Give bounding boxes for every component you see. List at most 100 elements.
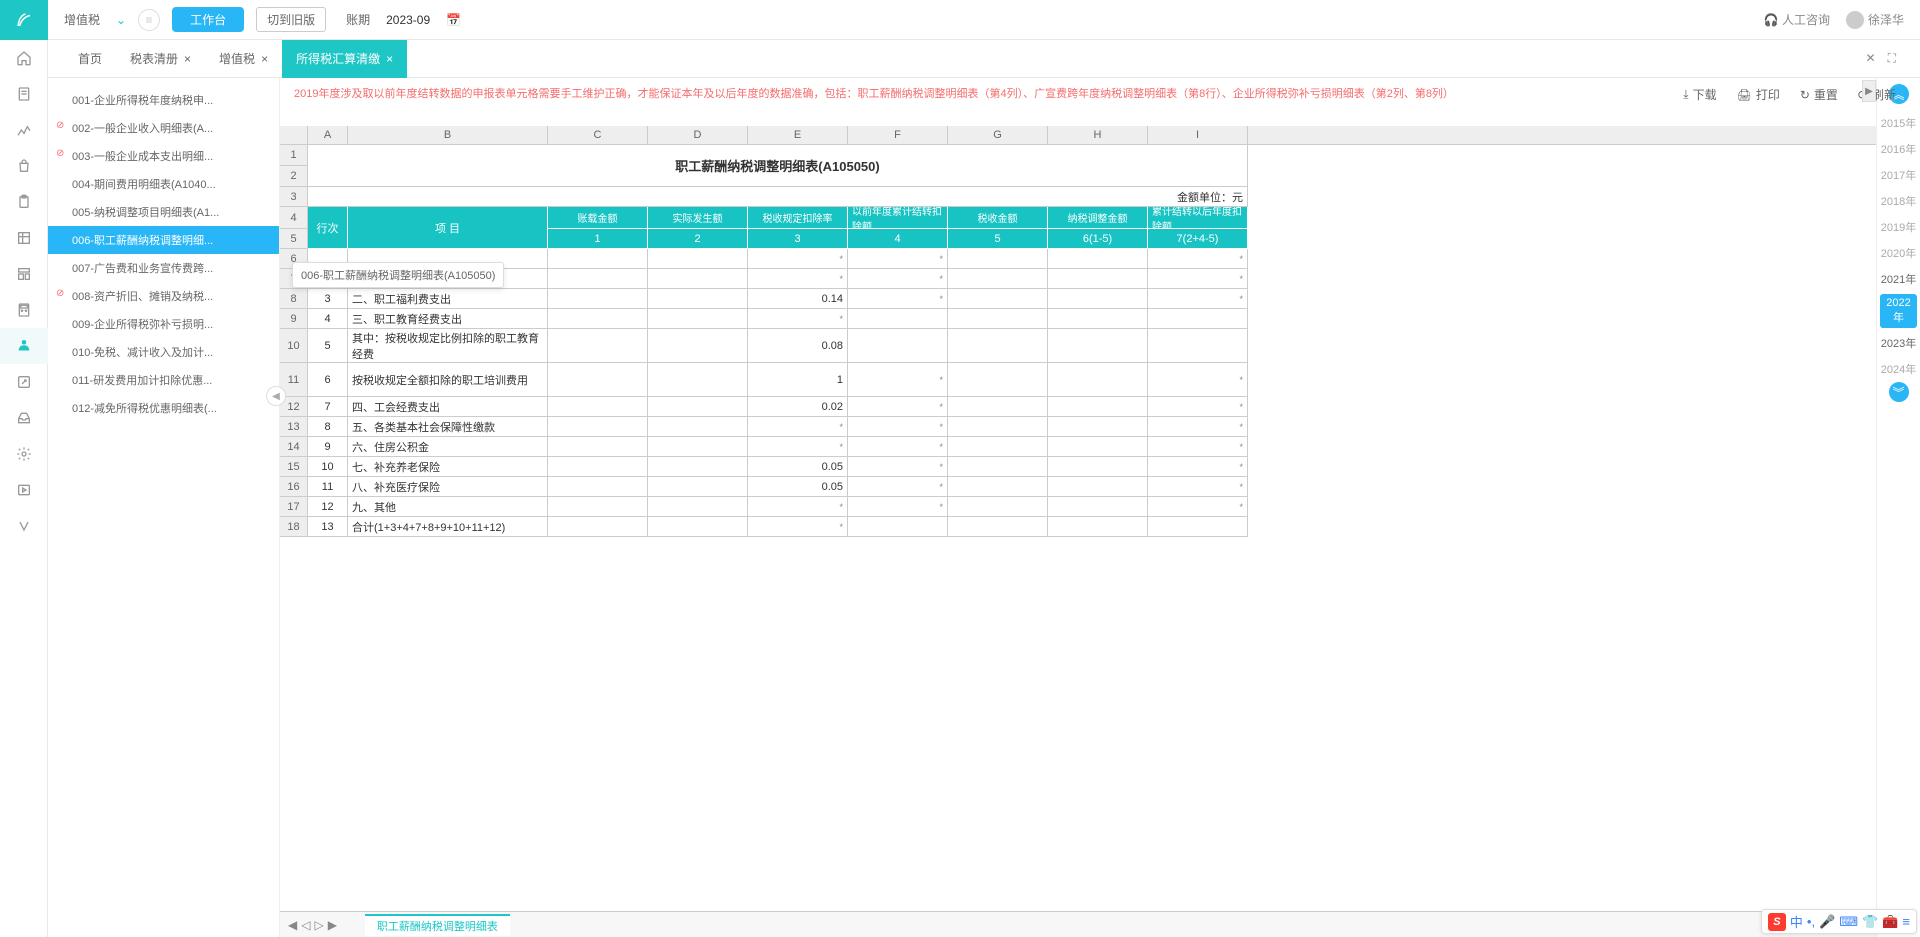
- cell[interactable]: 6: [308, 363, 348, 397]
- cell[interactable]: 四、工会经费支出: [348, 397, 548, 417]
- cell[interactable]: 以前年度累计结转扣除额: [848, 207, 948, 229]
- toc-item[interactable]: 007-广告费和业务宣传费跨...: [48, 254, 279, 282]
- cell[interactable]: 10: [308, 457, 348, 477]
- cell[interactable]: 二、职工福利费支出: [348, 289, 548, 309]
- toc-item[interactable]: ⊘002-一般企业收入明细表(A...: [48, 114, 279, 142]
- toc-item[interactable]: 011-研发费用加计扣除优惠...: [48, 366, 279, 394]
- ime-menu-icon[interactable]: ≡: [1902, 914, 1910, 929]
- cell[interactable]: *: [748, 417, 848, 437]
- cell[interactable]: [648, 309, 748, 329]
- nav-v-icon[interactable]: [0, 508, 48, 544]
- nav-template-icon[interactable]: [0, 256, 48, 292]
- ime-toolbar[interactable]: S 中 •, 🎤 ⌨ 👕 🧰 ≡: [1761, 909, 1917, 934]
- cell[interactable]: 合计(1+3+4+7+8+9+10+11+12): [348, 517, 548, 537]
- ime-skin-icon[interactable]: 👕: [1862, 914, 1878, 930]
- col-header[interactable]: I: [1148, 126, 1248, 144]
- nav-tax-icon[interactable]: [0, 328, 48, 364]
- cell[interactable]: 13: [308, 517, 348, 537]
- cell[interactable]: *: [1148, 457, 1248, 477]
- cell[interactable]: [1048, 329, 1148, 363]
- cell[interactable]: [648, 457, 748, 477]
- reset-button[interactable]: ↻ 重置: [1800, 86, 1838, 103]
- cell[interactable]: [648, 249, 748, 269]
- year-item[interactable]: 2017年: [1877, 162, 1920, 188]
- cell[interactable]: 累计结转以后年度扣除额: [1148, 207, 1248, 229]
- nav-settings-icon[interactable]: [0, 436, 48, 472]
- cell[interactable]: 税收金额: [948, 207, 1048, 229]
- cell[interactable]: [548, 457, 648, 477]
- cell[interactable]: [548, 517, 648, 537]
- cell[interactable]: 5: [308, 329, 348, 363]
- year-item[interactable]: 2024年: [1877, 356, 1920, 382]
- cell[interactable]: [548, 249, 648, 269]
- cell[interactable]: 项 目: [348, 207, 548, 249]
- toc-item[interactable]: 009-企业所得税弥补亏损明...: [48, 310, 279, 338]
- cell[interactable]: 1: [748, 363, 848, 397]
- cell[interactable]: 行次: [308, 207, 348, 249]
- cell[interactable]: [948, 477, 1048, 497]
- sheet-title[interactable]: 职工薪酬纳税调整明细表(A105050): [308, 145, 1248, 187]
- col-header[interactable]: H: [1048, 126, 1148, 144]
- cell[interactable]: [648, 437, 748, 457]
- row-header[interactable]: 15: [280, 457, 308, 477]
- cell[interactable]: 6(1-5): [1048, 229, 1148, 249]
- tab-vat[interactable]: 增值税×: [205, 40, 282, 78]
- cell[interactable]: *: [1148, 497, 1248, 517]
- expand-year-rail-icon[interactable]: ▶: [1862, 80, 1876, 102]
- close-icon[interactable]: ×: [184, 52, 191, 66]
- calendar-icon[interactable]: 📅: [446, 13, 461, 27]
- cell[interactable]: [648, 417, 748, 437]
- cell[interactable]: *: [848, 397, 948, 417]
- cell[interactable]: [548, 397, 648, 417]
- cell[interactable]: [1048, 363, 1148, 397]
- row-header[interactable]: 4: [280, 207, 308, 229]
- cell[interactable]: [648, 289, 748, 309]
- row-header[interactable]: 2: [280, 166, 308, 187]
- cell[interactable]: 其中：按税收规定比例扣除的职工教育经费: [348, 329, 548, 363]
- nav-link-icon[interactable]: [0, 364, 48, 400]
- cell[interactable]: 3: [308, 289, 348, 309]
- cell[interactable]: 3: [748, 229, 848, 249]
- cell[interactable]: 实际发生额: [648, 207, 748, 229]
- col-header[interactable]: G: [948, 126, 1048, 144]
- col-header[interactable]: A: [308, 126, 348, 144]
- year-item[interactable]: 2019年: [1877, 214, 1920, 240]
- cell[interactable]: *: [848, 249, 948, 269]
- cell[interactable]: [948, 517, 1048, 537]
- cell[interactable]: [548, 289, 648, 309]
- year-scroll-down-icon[interactable]: ︾: [1889, 382, 1909, 402]
- row-header[interactable]: 17: [280, 497, 308, 517]
- info-circle-icon[interactable]: ≡: [138, 9, 160, 31]
- cell[interactable]: [648, 363, 748, 397]
- sheet-nav-last-icon[interactable]: ▶: [328, 918, 337, 932]
- cell[interactable]: [1048, 289, 1148, 309]
- cell[interactable]: 按税收规定全额扣除的职工培训费用: [348, 363, 548, 397]
- workbench-button[interactable]: 工作台: [172, 7, 244, 32]
- cell[interactable]: 九、其他: [348, 497, 548, 517]
- sheet-nav-first-icon[interactable]: ◀: [288, 918, 297, 932]
- cell[interactable]: [948, 329, 1048, 363]
- toc-item[interactable]: 006-职工薪酬纳税调整明细...: [48, 226, 279, 254]
- cell[interactable]: 五、各类基本社会保障性缴款: [348, 417, 548, 437]
- toc-item[interactable]: 012-减免所得税优惠明细表(...: [48, 394, 279, 422]
- close-icon[interactable]: ×: [261, 52, 268, 66]
- cell[interactable]: *: [848, 289, 948, 309]
- consult-link[interactable]: 🎧 人工咨询: [1764, 11, 1830, 28]
- switch-old-button[interactable]: 切到旧版: [256, 7, 326, 32]
- year-item[interactable]: 2015年: [1877, 110, 1920, 136]
- cell[interactable]: *: [1148, 269, 1248, 289]
- cell[interactable]: *: [848, 457, 948, 477]
- cell[interactable]: [1048, 249, 1148, 269]
- cell[interactable]: 0.02: [748, 397, 848, 417]
- nav-chart-icon[interactable]: [0, 112, 48, 148]
- cell[interactable]: 4: [308, 309, 348, 329]
- cell[interactable]: *: [1148, 249, 1248, 269]
- toc-item[interactable]: ⊘008-资产折旧、摊销及纳税...: [48, 282, 279, 310]
- nav-media-icon[interactable]: [0, 472, 48, 508]
- year-item[interactable]: 2016年: [1877, 136, 1920, 162]
- sheet-nav-prev-icon[interactable]: ◁: [301, 918, 310, 932]
- cell[interactable]: [948, 497, 1048, 517]
- nav-home-icon[interactable]: [0, 40, 48, 76]
- cell[interactable]: [548, 329, 648, 363]
- cell[interactable]: 12: [308, 497, 348, 517]
